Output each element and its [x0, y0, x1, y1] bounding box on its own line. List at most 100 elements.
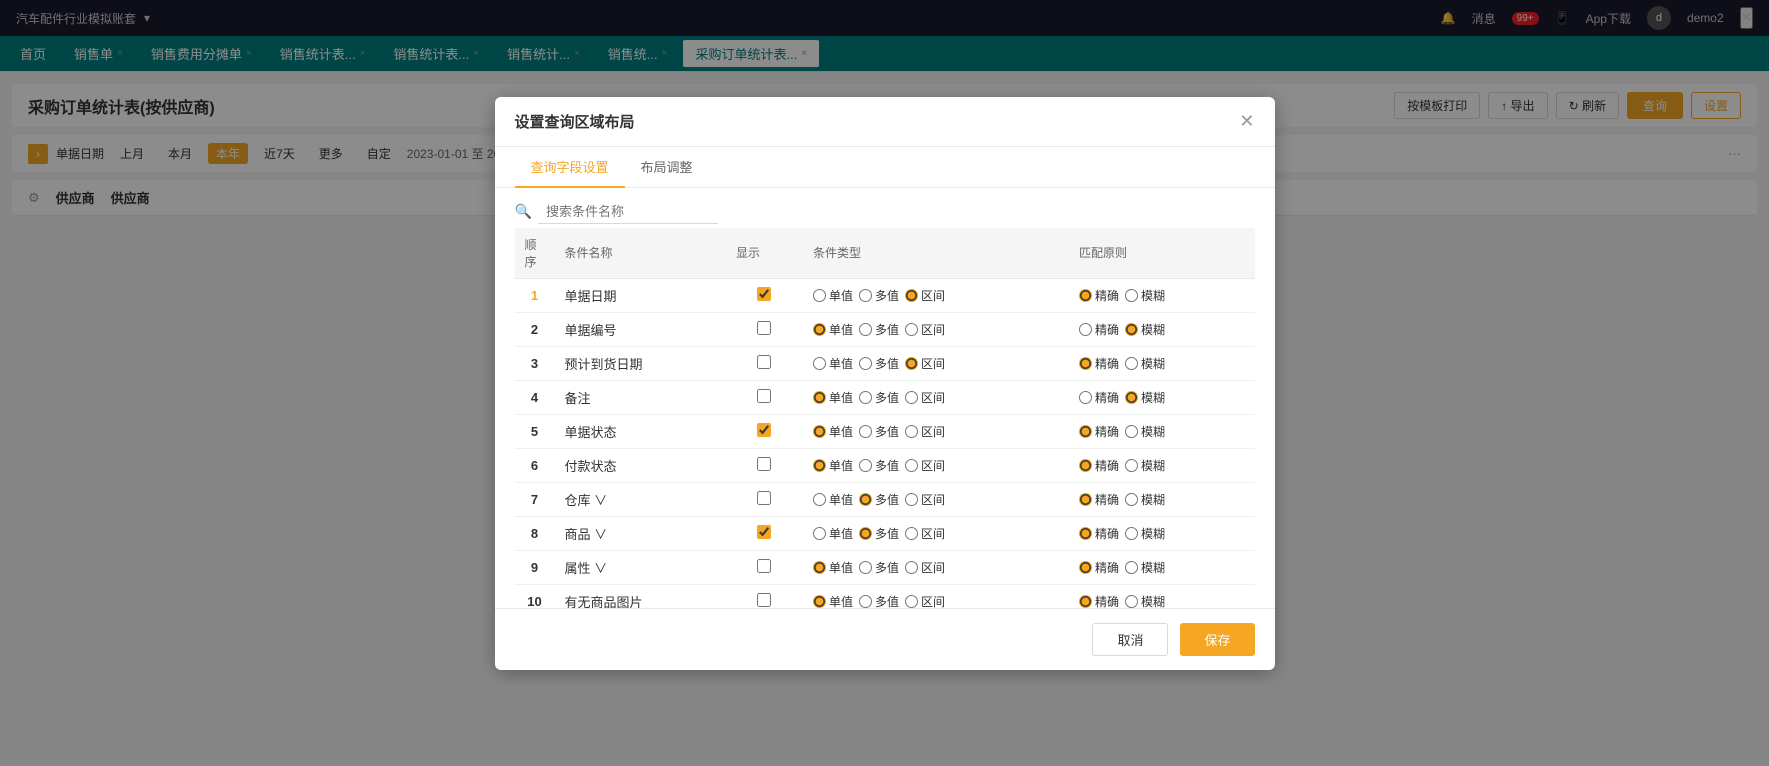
row-type-radio-单值[interactable]: 单值 — [813, 321, 853, 338]
row-match-radio-模糊[interactable]: 模糊 — [1125, 423, 1165, 440]
row-display-cell — [726, 516, 803, 550]
row-type-radio-单值[interactable]: 单值 — [813, 423, 853, 440]
row-type-cell: 单值多值区间 — [803, 414, 1069, 448]
th-name: 条件名称 — [555, 228, 726, 279]
table-row: 9属性 ∨单值多值区间精确模糊 — [515, 550, 1255, 584]
row-match-radio-模糊[interactable]: 模糊 — [1125, 491, 1165, 508]
row-type-radio-多值[interactable]: 多值 — [859, 559, 899, 576]
row-match-radio-模糊[interactable]: 模糊 — [1125, 559, 1165, 576]
row-match-cell: 精确模糊 — [1069, 516, 1255, 550]
row-condition-name: 有无商品图片 — [555, 584, 726, 608]
row-type-radio-区间[interactable]: 区间 — [905, 593, 945, 608]
row-match-radio-精确[interactable]: 精确 — [1079, 491, 1119, 508]
table-row: 10有无商品图片单值多值区间精确模糊 — [515, 584, 1255, 608]
th-order: 顺序 — [515, 228, 555, 279]
row-match-radio-模糊[interactable]: 模糊 — [1125, 321, 1165, 338]
row-type-radio-多值[interactable]: 多值 — [859, 525, 899, 542]
row-display-checkbox[interactable] — [757, 287, 771, 301]
row-type-radio-单值[interactable]: 单值 — [813, 593, 853, 608]
row-condition-name: 付款状态 — [555, 448, 726, 482]
row-type-radio-多值[interactable]: 多值 — [859, 389, 899, 406]
row-type-radio-多值[interactable]: 多值 — [859, 287, 899, 304]
row-type-radio-区间[interactable]: 区间 — [905, 355, 945, 372]
th-display: 显示 — [726, 228, 803, 279]
row-match-radio-精确[interactable]: 精确 — [1079, 525, 1119, 542]
row-display-checkbox[interactable] — [757, 423, 771, 437]
row-type-radio-多值[interactable]: 多值 — [859, 593, 899, 608]
row-type-radio-多值[interactable]: 多值 — [859, 423, 899, 440]
row-display-cell — [726, 312, 803, 346]
row-type-radio-区间[interactable]: 区间 — [905, 287, 945, 304]
row-display-cell — [726, 278, 803, 312]
row-display-checkbox[interactable] — [757, 559, 771, 573]
row-type-radio-区间[interactable]: 区间 — [905, 491, 945, 508]
row-type-radio-多值[interactable]: 多值 — [859, 457, 899, 474]
row-type-radio-单值[interactable]: 单值 — [813, 287, 853, 304]
row-display-cell — [726, 380, 803, 414]
row-type-radio-多值[interactable]: 多值 — [859, 491, 899, 508]
row-display-checkbox[interactable] — [757, 355, 771, 369]
tab-field-settings[interactable]: 查询字段设置 — [515, 147, 625, 188]
row-match-radio-精确[interactable]: 精确 — [1079, 593, 1119, 608]
row-condition-name: 单据日期 — [555, 278, 726, 312]
row-match-radio-精确[interactable]: 精确 — [1079, 423, 1119, 440]
row-type-radio-区间[interactable]: 区间 — [905, 525, 945, 542]
row-condition-name: 预计到货日期 — [555, 346, 726, 380]
row-display-checkbox[interactable] — [757, 389, 771, 403]
row-type-radio-区间[interactable]: 区间 — [905, 321, 945, 338]
table-row: 5单据状态单值多值区间精确模糊 — [515, 414, 1255, 448]
row-type-radio-单值[interactable]: 单值 — [813, 559, 853, 576]
row-match-radio-精确[interactable]: 精确 — [1079, 389, 1119, 406]
row-order: 2 — [515, 312, 555, 346]
row-match-cell: 精确模糊 — [1069, 312, 1255, 346]
save-button[interactable]: 保存 — [1180, 623, 1254, 656]
tab-layout-adjust[interactable]: 布局调整 — [625, 147, 709, 188]
row-match-radio-精确[interactable]: 精确 — [1079, 287, 1119, 304]
row-condition-name: 商品 ∨ — [555, 516, 726, 550]
row-type-radio-单值[interactable]: 单值 — [813, 389, 853, 406]
row-type-radio-区间[interactable]: 区间 — [905, 423, 945, 440]
row-match-radio-模糊[interactable]: 模糊 — [1125, 525, 1165, 542]
row-type-radio-单值[interactable]: 单值 — [813, 491, 853, 508]
row-order: 6 — [515, 448, 555, 482]
row-match-cell: 精确模糊 — [1069, 448, 1255, 482]
row-display-checkbox[interactable] — [757, 593, 771, 607]
cancel-button[interactable]: 取消 — [1092, 623, 1168, 656]
row-match-radio-模糊[interactable]: 模糊 — [1125, 593, 1165, 608]
row-type-radio-区间[interactable]: 区间 — [905, 389, 945, 406]
modal-search-input[interactable] — [538, 200, 718, 224]
row-type-radio-多值[interactable]: 多值 — [859, 321, 899, 338]
row-type-radio-单值[interactable]: 单值 — [813, 457, 853, 474]
row-order: 3 — [515, 346, 555, 380]
row-match-radio-模糊[interactable]: 模糊 — [1125, 457, 1165, 474]
modal-title: 设置查询区域布局 — [515, 111, 635, 132]
row-match-radio-精确[interactable]: 精确 — [1079, 321, 1119, 338]
row-match-radio-模糊[interactable]: 模糊 — [1125, 389, 1165, 406]
row-order: 8 — [515, 516, 555, 550]
row-type-radio-多值[interactable]: 多值 — [859, 355, 899, 372]
row-display-checkbox[interactable] — [757, 457, 771, 471]
row-order: 1 — [515, 278, 555, 312]
row-match-radio-精确[interactable]: 精确 — [1079, 457, 1119, 474]
row-type-radio-区间[interactable]: 区间 — [905, 559, 945, 576]
modal-footer: 取消 保存 — [495, 608, 1275, 670]
row-type-cell: 单值多值区间 — [803, 380, 1069, 414]
row-type-radio-单值[interactable]: 单值 — [813, 355, 853, 372]
row-type-cell: 单值多值区间 — [803, 584, 1069, 608]
row-match-cell: 精确模糊 — [1069, 414, 1255, 448]
th-type: 条件类型 — [803, 228, 1069, 279]
row-display-cell — [726, 584, 803, 608]
row-display-checkbox[interactable] — [757, 525, 771, 539]
row-match-radio-精确[interactable]: 精确 — [1079, 559, 1119, 576]
row-match-radio-模糊[interactable]: 模糊 — [1125, 287, 1165, 304]
row-match-radio-精确[interactable]: 精确 — [1079, 355, 1119, 372]
row-display-checkbox[interactable] — [757, 491, 771, 505]
row-match-radio-模糊[interactable]: 模糊 — [1125, 355, 1165, 372]
row-type-radio-区间[interactable]: 区间 — [905, 457, 945, 474]
row-display-cell — [726, 482, 803, 516]
row-type-radio-单值[interactable]: 单值 — [813, 525, 853, 542]
row-display-checkbox[interactable] — [757, 321, 771, 335]
modal-close-button[interactable]: ✕ — [1239, 112, 1254, 130]
modal-table: 顺序 条件名称 显示 条件类型 匹配原则 1单据日期单值多值区间精确模糊2单据编… — [515, 228, 1255, 608]
row-display-cell — [726, 414, 803, 448]
